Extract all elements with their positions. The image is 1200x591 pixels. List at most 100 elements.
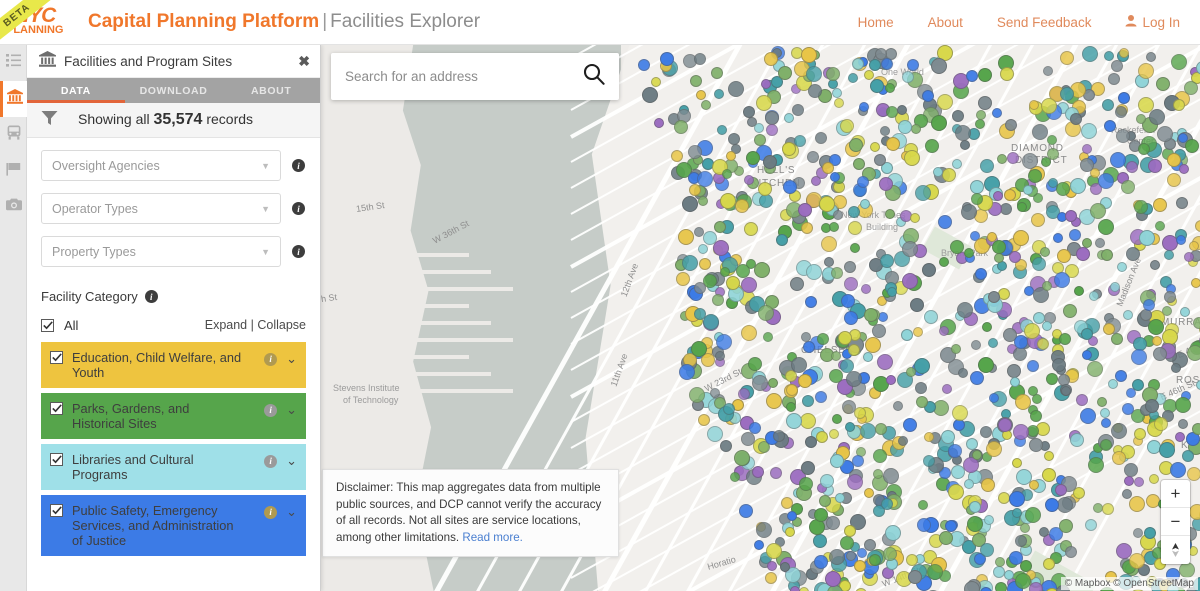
facility-dot[interactable] (950, 343, 961, 354)
funnel-icon[interactable] (41, 110, 58, 131)
facility-dot[interactable] (764, 110, 779, 125)
facility-dot[interactable] (820, 236, 837, 252)
facility-dot[interactable] (785, 383, 798, 396)
facility-dot[interactable] (974, 267, 987, 280)
rail-item-list[interactable] (0, 45, 27, 81)
facility-dot[interactable] (800, 332, 811, 343)
facility-dot[interactable] (841, 293, 856, 308)
facility-dot[interactable] (1132, 528, 1143, 539)
facility-dot[interactable] (981, 321, 992, 332)
facility-dot[interactable] (966, 437, 979, 450)
facility-dot[interactable] (994, 582, 1007, 591)
facility-dot[interactable] (1177, 418, 1188, 429)
facility-dot[interactable] (814, 391, 827, 404)
info-icon-operator[interactable]: i (292, 202, 305, 215)
facility-dot[interactable] (1041, 321, 1052, 332)
facility-dot[interactable] (782, 141, 797, 156)
category-item-libraries[interactable]: Libraries and Cultural Programs i ⌄ (41, 444, 306, 490)
facility-dot[interactable] (947, 443, 962, 458)
facility-dot[interactable] (1154, 416, 1169, 431)
facility-dot[interactable] (1116, 128, 1131, 143)
facility-dot[interactable] (1161, 328, 1178, 345)
facility-dot[interactable] (1136, 113, 1147, 124)
info-icon-property[interactable]: i (292, 245, 305, 258)
facility-dot[interactable] (1099, 408, 1110, 419)
facility-dot[interactable] (1079, 408, 1096, 425)
facility-dot[interactable] (693, 307, 706, 320)
facility-dot[interactable] (1129, 495, 1146, 512)
tab-about[interactable]: ABOUT (222, 78, 320, 103)
category-item-public-safety[interactable]: Public Safety, Emergency Services, and A… (41, 495, 306, 556)
facility-dot[interactable] (1179, 306, 1190, 317)
facility-dot[interactable] (1125, 387, 1136, 398)
facility-dot[interactable] (874, 422, 887, 435)
facility-dot[interactable] (924, 309, 939, 324)
facility-dot[interactable] (938, 531, 953, 546)
facility-dot[interactable] (1100, 418, 1111, 429)
facility-dot[interactable] (1068, 228, 1081, 241)
facility-dot[interactable] (720, 266, 731, 277)
tab-download[interactable]: DOWNLOAD (125, 78, 223, 103)
facility-dot[interactable] (843, 276, 858, 291)
facility-dot[interactable] (1170, 53, 1187, 70)
checkbox-all[interactable] (41, 318, 54, 332)
facility-dot[interactable] (971, 450, 982, 461)
facility-dot[interactable] (753, 123, 764, 134)
facility-dot[interactable] (881, 497, 894, 510)
facility-dot[interactable] (1174, 397, 1191, 414)
facility-dot[interactable] (687, 144, 702, 159)
facility-dot[interactable] (1079, 157, 1094, 172)
nav-home[interactable]: Home (841, 15, 911, 30)
facility-dot[interactable] (947, 484, 964, 501)
facility-dot[interactable] (1192, 422, 1200, 435)
facility-dot[interactable] (712, 239, 729, 256)
facility-dot[interactable] (755, 94, 772, 111)
facility-dot[interactable] (714, 350, 725, 361)
facility-dot[interactable] (1174, 432, 1185, 443)
facility-dot[interactable] (1130, 348, 1147, 365)
facility-dot[interactable] (1045, 372, 1058, 385)
facility-dot[interactable] (865, 336, 882, 353)
facility-dot[interactable] (910, 124, 921, 135)
facility-dot[interactable] (859, 422, 876, 439)
facility-dot[interactable] (830, 350, 841, 361)
facility-dot[interactable] (805, 435, 818, 448)
facility-dot[interactable] (751, 465, 764, 478)
facility-dot[interactable] (1080, 122, 1097, 139)
facility-dot[interactable] (1058, 332, 1071, 345)
facility-dot[interactable] (784, 526, 795, 537)
facility-dot[interactable] (800, 46, 817, 63)
facility-dot[interactable] (1008, 550, 1023, 565)
facility-dot[interactable] (897, 119, 912, 134)
facility-dot[interactable] (882, 467, 899, 484)
facility-dot[interactable] (1069, 432, 1084, 447)
facility-dot[interactable] (854, 406, 867, 419)
facility-dot[interactable] (719, 439, 732, 452)
facility-dot[interactable] (721, 168, 732, 179)
facility-dot[interactable] (1003, 570, 1014, 581)
facility-dot[interactable] (1100, 248, 1113, 261)
facility-dot[interactable] (970, 192, 983, 205)
facility-dot[interactable] (1082, 143, 1092, 154)
facility-dot[interactable] (740, 431, 755, 446)
facility-dot[interactable] (1056, 248, 1071, 263)
facility-dot[interactable] (961, 203, 978, 220)
chevron-down-icon[interactable]: ⌄ (286, 351, 297, 367)
facility-dot[interactable] (856, 176, 869, 189)
facility-dot[interactable] (766, 542, 783, 559)
facility-dot[interactable] (907, 569, 922, 584)
rail-item-flag[interactable] (0, 153, 27, 189)
facility-dot[interactable] (879, 253, 894, 268)
facility-dot[interactable] (688, 184, 701, 197)
facility-dot[interactable] (823, 257, 834, 268)
facility-dot[interactable] (825, 516, 840, 531)
facility-dot[interactable] (905, 554, 918, 567)
facility-dot[interactable] (675, 271, 690, 286)
facility-dot[interactable] (697, 414, 710, 427)
facility-dot[interactable] (1041, 156, 1052, 167)
facility-dot[interactable] (1107, 379, 1118, 390)
facility-dot[interactable] (1088, 291, 1099, 302)
facility-dot[interactable] (1022, 184, 1033, 195)
facility-dot[interactable] (1138, 62, 1155, 79)
facility-dot[interactable] (812, 533, 827, 548)
